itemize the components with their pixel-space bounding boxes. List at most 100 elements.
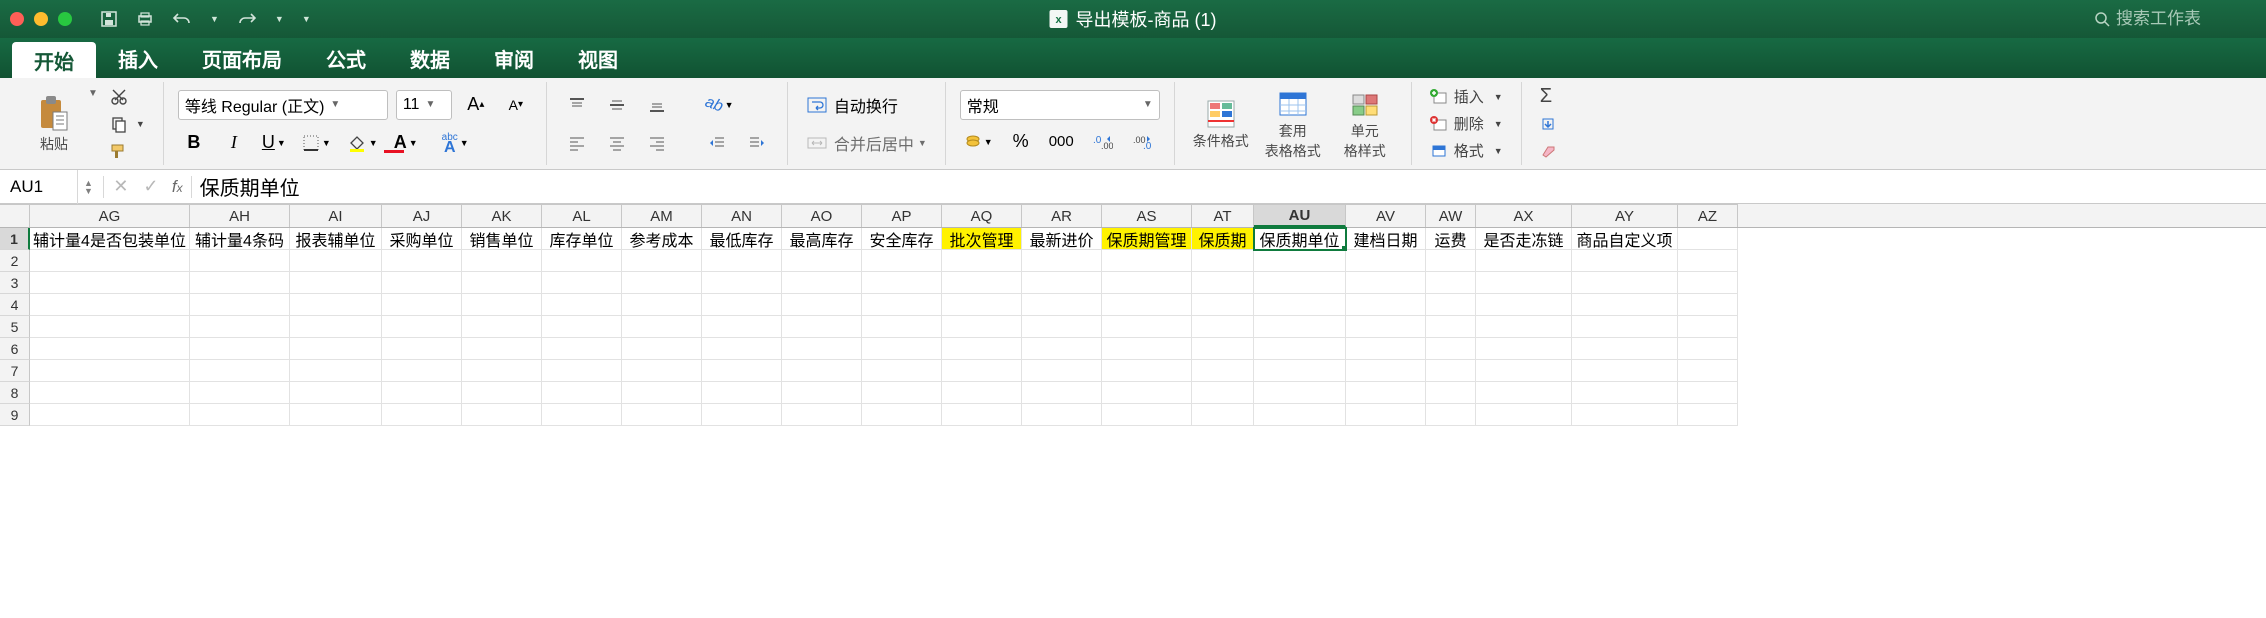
align-bottom-button[interactable] bbox=[641, 89, 673, 121]
decrease-decimal-button[interactable]: .00.0 bbox=[1126, 126, 1158, 158]
cell-AP8[interactable] bbox=[862, 382, 942, 404]
cell-AX3[interactable] bbox=[1476, 272, 1572, 294]
comma-button[interactable]: 000 bbox=[1045, 126, 1078, 158]
column-header-AH[interactable]: AH bbox=[190, 204, 290, 227]
cell-AX6[interactable] bbox=[1476, 338, 1572, 360]
cell-AT4[interactable] bbox=[1192, 294, 1254, 316]
cell-AQ9[interactable] bbox=[942, 404, 1022, 426]
cell-AO2[interactable] bbox=[782, 250, 862, 272]
cut-button[interactable] bbox=[106, 84, 149, 110]
column-header-AG[interactable]: AG bbox=[30, 204, 190, 227]
italic-button[interactable]: I bbox=[218, 127, 250, 159]
row-header-8[interactable]: 8 bbox=[0, 382, 30, 404]
align-center-button[interactable] bbox=[601, 127, 633, 159]
cell-AJ5[interactable] bbox=[382, 316, 462, 338]
cell-AV5[interactable] bbox=[1346, 316, 1426, 338]
copy-button[interactable]: ▼ bbox=[106, 111, 149, 137]
cell-AQ6[interactable] bbox=[942, 338, 1022, 360]
select-all-corner[interactable] bbox=[0, 204, 30, 227]
align-left-button[interactable] bbox=[561, 127, 593, 159]
row-header-2[interactable]: 2 bbox=[0, 250, 30, 272]
close-window-icon[interactable] bbox=[10, 12, 24, 26]
row-header-3[interactable]: 3 bbox=[0, 272, 30, 294]
cell-AJ2[interactable] bbox=[382, 250, 462, 272]
cell-AO1[interactable]: 最高库存 bbox=[782, 228, 862, 250]
cell-AQ2[interactable] bbox=[942, 250, 1022, 272]
cell-AI9[interactable] bbox=[290, 404, 382, 426]
cell-AT6[interactable] bbox=[1192, 338, 1254, 360]
format-cells-button[interactable]: 格式▼ bbox=[1426, 138, 1507, 164]
cell-AU2[interactable] bbox=[1254, 250, 1346, 272]
cell-AG5[interactable] bbox=[30, 316, 190, 338]
cell-AG4[interactable] bbox=[30, 294, 190, 316]
cell-AY9[interactable] bbox=[1572, 404, 1678, 426]
cell-AT2[interactable] bbox=[1192, 250, 1254, 272]
decrease-font-button[interactable]: A▾ bbox=[500, 89, 532, 121]
cell-AH2[interactable] bbox=[190, 250, 290, 272]
cell-AZ3[interactable] bbox=[1678, 272, 1738, 294]
underline-button[interactable]: U▼ bbox=[258, 127, 290, 159]
cell-AZ9[interactable] bbox=[1678, 404, 1738, 426]
tab-公式[interactable]: 公式 bbox=[304, 38, 388, 78]
tab-视图[interactable]: 视图 bbox=[556, 38, 640, 78]
cell-AQ5[interactable] bbox=[942, 316, 1022, 338]
name-box[interactable]: AU1 bbox=[0, 170, 78, 204]
increase-indent-button[interactable] bbox=[741, 127, 773, 159]
orientation-button[interactable]: ab▼ bbox=[701, 89, 738, 121]
print-icon[interactable] bbox=[136, 10, 154, 28]
cell-AN2[interactable] bbox=[702, 250, 782, 272]
minimize-window-icon[interactable] bbox=[34, 12, 48, 26]
cell-AZ7[interactable] bbox=[1678, 360, 1738, 382]
cell-AI1[interactable]: 报表辅单位 bbox=[290, 228, 382, 250]
cell-AJ4[interactable] bbox=[382, 294, 462, 316]
redo-dropdown-icon[interactable]: ▼ bbox=[275, 14, 284, 24]
cell-AU1[interactable]: 保质期单位 bbox=[1254, 228, 1346, 250]
column-header-AM[interactable]: AM bbox=[622, 204, 702, 227]
search-input[interactable] bbox=[2116, 9, 2256, 29]
cell-AS4[interactable] bbox=[1102, 294, 1192, 316]
cell-AH4[interactable] bbox=[190, 294, 290, 316]
format-as-table-button[interactable]: 套用 表格格式 bbox=[1261, 82, 1325, 166]
phonetic-button[interactable]: abcA▼ bbox=[438, 127, 473, 159]
fill-button[interactable] bbox=[1536, 111, 1562, 137]
bold-button[interactable]: B bbox=[178, 127, 210, 159]
cell-AX2[interactable] bbox=[1476, 250, 1572, 272]
cell-AT5[interactable] bbox=[1192, 316, 1254, 338]
cell-AM4[interactable] bbox=[622, 294, 702, 316]
cell-AR2[interactable] bbox=[1022, 250, 1102, 272]
cell-AY3[interactable] bbox=[1572, 272, 1678, 294]
cell-AV3[interactable] bbox=[1346, 272, 1426, 294]
cell-AY6[interactable] bbox=[1572, 338, 1678, 360]
cell-AW2[interactable] bbox=[1426, 250, 1476, 272]
cell-AM3[interactable] bbox=[622, 272, 702, 294]
cell-AR7[interactable] bbox=[1022, 360, 1102, 382]
cell-AX4[interactable] bbox=[1476, 294, 1572, 316]
cell-AT9[interactable] bbox=[1192, 404, 1254, 426]
cell-AM5[interactable] bbox=[622, 316, 702, 338]
cell-AW3[interactable] bbox=[1426, 272, 1476, 294]
cell-AL2[interactable] bbox=[542, 250, 622, 272]
fx-icon[interactable]: fx bbox=[172, 177, 183, 197]
align-right-button[interactable] bbox=[641, 127, 673, 159]
border-button[interactable]: ▼ bbox=[298, 127, 335, 159]
confirm-formula-icon[interactable]: ✓ bbox=[136, 176, 166, 197]
column-header-AW[interactable]: AW bbox=[1426, 204, 1476, 227]
cell-AW9[interactable] bbox=[1426, 404, 1476, 426]
cell-AG2[interactable] bbox=[30, 250, 190, 272]
increase-decimal-button[interactable]: .0.00 bbox=[1086, 126, 1118, 158]
fill-color-button[interactable]: ▼ bbox=[343, 127, 382, 159]
cell-AV7[interactable] bbox=[1346, 360, 1426, 382]
namebox-spinner[interactable]: ▲▼ bbox=[84, 177, 93, 197]
cell-AZ2[interactable] bbox=[1678, 250, 1738, 272]
cell-AJ7[interactable] bbox=[382, 360, 462, 382]
cell-AV1[interactable]: 建档日期 bbox=[1346, 228, 1426, 250]
cell-AP2[interactable] bbox=[862, 250, 942, 272]
cell-AN7[interactable] bbox=[702, 360, 782, 382]
cell-AK7[interactable] bbox=[462, 360, 542, 382]
cell-AS5[interactable] bbox=[1102, 316, 1192, 338]
cell-AG9[interactable] bbox=[30, 404, 190, 426]
cell-AS9[interactable] bbox=[1102, 404, 1192, 426]
column-header-AY[interactable]: AY bbox=[1572, 204, 1678, 227]
cell-AO7[interactable] bbox=[782, 360, 862, 382]
percent-button[interactable]: % bbox=[1005, 126, 1037, 158]
